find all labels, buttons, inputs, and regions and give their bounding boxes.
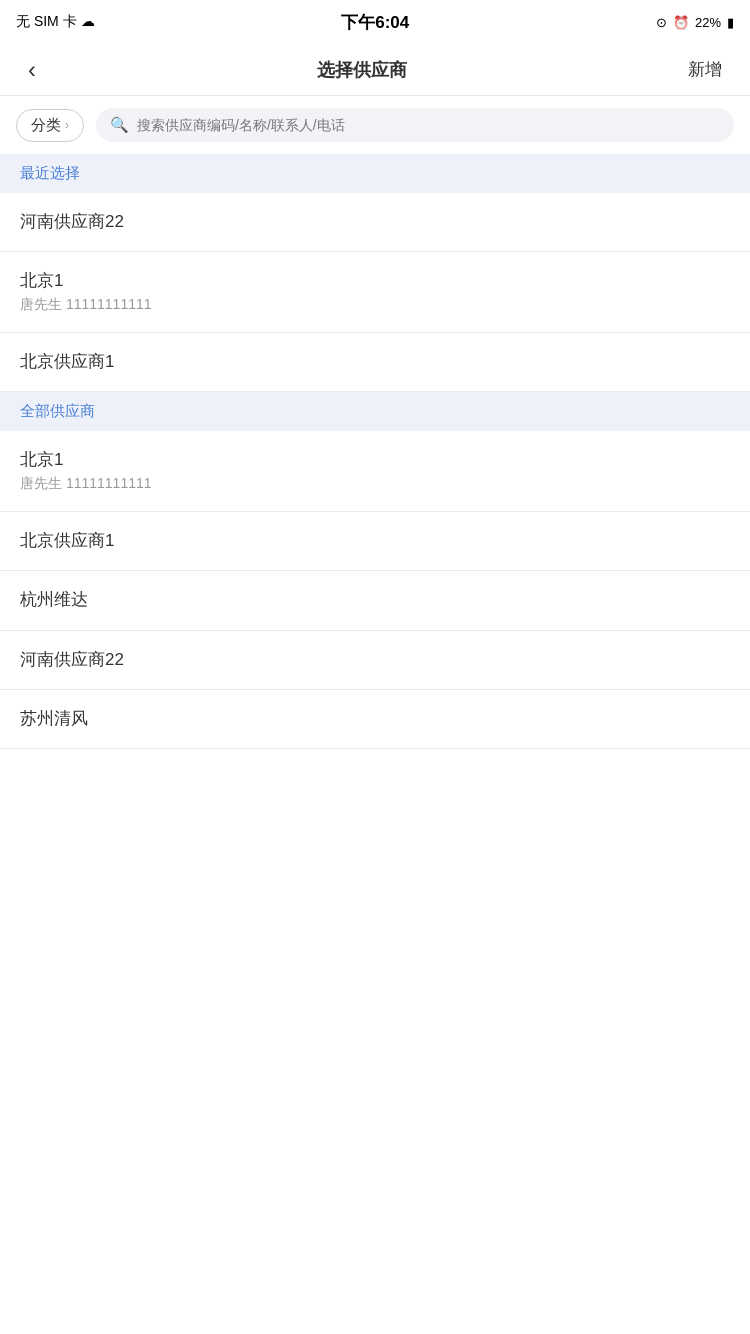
item-name: 北京供应商1 <box>20 351 730 373</box>
list-item[interactable]: 河南供应商22 <box>0 193 750 252</box>
list-item[interactable]: 苏州清风 <box>0 690 750 749</box>
nav-bar: ‹ 选择供应商 新增 <box>0 44 750 96</box>
item-name: 河南供应商22 <box>20 649 730 671</box>
status-right: ⊙ ⏰ 22% ▮ <box>656 15 734 30</box>
list-item[interactable]: 北京供应商1 <box>0 512 750 571</box>
recent-list: 河南供应商22 北京1 唐先生 11111111111 北京供应商1 <box>0 193 750 392</box>
battery-level: 22% <box>695 15 721 30</box>
alarm-icon: ⏰ <box>673 15 689 30</box>
recent-section-header: 最近选择 <box>0 154 750 193</box>
search-input[interactable] <box>137 117 720 133</box>
status-left: 无 SIM 卡 ☁ <box>16 13 95 31</box>
filter-bar: 分类 › 🔍 <box>0 96 750 154</box>
list-item[interactable]: 北京供应商1 <box>0 333 750 392</box>
list-item[interactable]: 河南供应商22 <box>0 631 750 690</box>
item-name: 河南供应商22 <box>20 211 730 233</box>
all-section-header: 全部供应商 <box>0 392 750 431</box>
item-name: 北京1 <box>20 270 730 292</box>
item-name: 苏州清风 <box>20 708 730 730</box>
item-sub: 唐先生 11111111111 <box>20 296 730 314</box>
all-list: 北京1 唐先生 11111111111 北京供应商1 杭州维达河南供应商22 苏州清风 <box>0 431 750 748</box>
category-label: 分类 <box>31 116 61 135</box>
item-name: 北京1 <box>20 449 730 471</box>
item-name: 杭州维达 <box>20 589 730 611</box>
item-name: 北京供应商1 <box>20 530 730 552</box>
add-button[interactable]: 新增 <box>680 50 730 89</box>
battery-icon: ▮ <box>727 15 734 30</box>
chevron-right-icon: › <box>65 118 69 132</box>
list-item[interactable]: 北京1 唐先生 11111111111 <box>0 431 750 512</box>
search-box[interactable]: 🔍 <box>96 108 734 142</box>
status-bar: 无 SIM 卡 ☁ 下午6:04 ⊙ ⏰ 22% ▮ <box>0 0 750 44</box>
search-icon: 🔍 <box>110 116 129 134</box>
list-item[interactable]: 杭州维达 <box>0 571 750 630</box>
page-title: 选择供应商 <box>317 58 407 82</box>
back-button[interactable]: ‹ <box>20 48 44 92</box>
all-section-label: 全部供应商 <box>20 402 95 419</box>
item-sub: 唐先生 11111111111 <box>20 475 730 493</box>
list-item[interactable]: 北京1 唐先生 11111111111 <box>0 252 750 333</box>
category-button[interactable]: 分类 › <box>16 109 84 142</box>
location-icon: ⊙ <box>656 15 667 30</box>
recent-section-label: 最近选择 <box>20 164 80 181</box>
status-time: 下午6:04 <box>341 11 409 34</box>
